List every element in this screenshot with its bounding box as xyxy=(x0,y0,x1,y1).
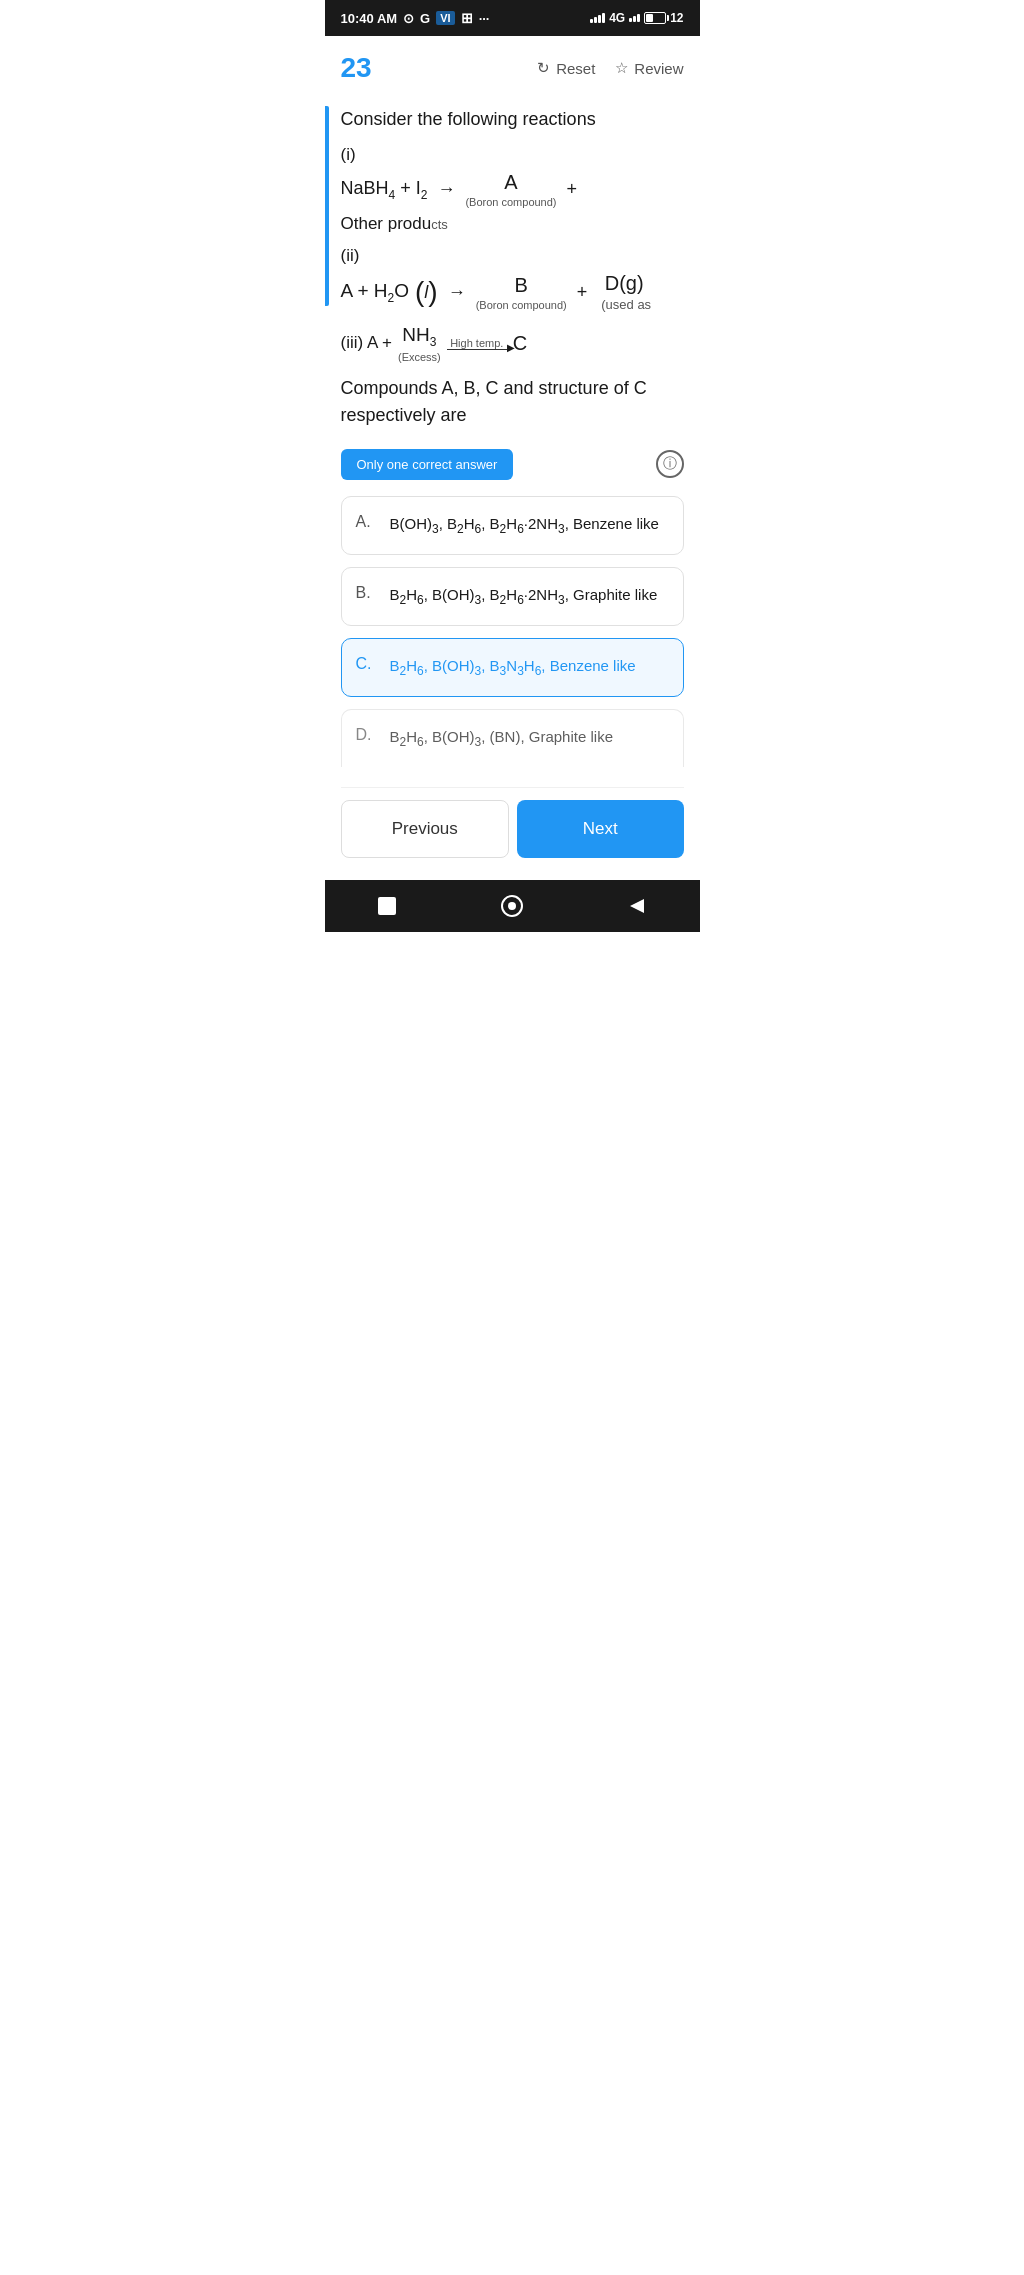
option-a-text: B(OH)3, B2H6, B2H6·2NH3, Benzene like xyxy=(390,513,659,538)
battery-level: 12 xyxy=(670,11,683,25)
arrow-2: → xyxy=(448,282,466,303)
more-icon: ··· xyxy=(479,11,490,26)
signal-bar2-1 xyxy=(629,18,632,22)
svg-point-2 xyxy=(508,902,516,910)
compound-a-label: (Boron compound) xyxy=(465,196,556,208)
signal-bars xyxy=(590,13,605,23)
star-icon: ☆ xyxy=(615,59,628,77)
options-container: A. B(OH)3, B2H6, B2H6·2NH3, Benzene like… xyxy=(341,496,684,783)
compound-a-2: A + H2O xyxy=(341,280,409,305)
signal-bar-3 xyxy=(598,15,601,23)
review-label: Review xyxy=(634,60,683,77)
compound-b-block: B (Boron compound) xyxy=(476,274,567,311)
nav-buttons: Previous Next xyxy=(341,787,684,870)
carrier-g: G xyxy=(420,11,430,26)
option-c-letter: C. xyxy=(356,655,380,673)
next-button[interactable]: Next xyxy=(517,800,684,858)
compound-a: A xyxy=(504,171,517,194)
plus-1: + xyxy=(567,179,578,200)
option-c[interactable]: C. B2H6, B(OH)3, B3N3H6, Benzene like xyxy=(341,638,684,697)
option-a-letter: A. xyxy=(356,513,380,531)
option-a[interactable]: A. B(OH)3, B2H6, B2H6·2NH3, Benzene like xyxy=(341,496,684,555)
reaction-1-line: NaBH4 + I2 → A (Boron compound) + Other … xyxy=(341,171,684,234)
clock-icon: ⊙ xyxy=(403,11,414,26)
compound-d-block: D(g) (used as xyxy=(597,272,651,312)
nh3: NH3 xyxy=(402,324,436,349)
compound-b: B xyxy=(515,274,528,297)
option-d-letter: D. xyxy=(356,726,380,744)
content-area: Consider the following reactions (i) NaB… xyxy=(325,96,700,880)
reaction-block-2: (ii) A + H2O ( l ) → B (Boron compound) … xyxy=(341,246,684,312)
plus-2: + xyxy=(577,282,588,303)
option-c-text: B2H6, B(OH)3, B3N3H6, Benzene like xyxy=(390,655,636,680)
bottom-nav xyxy=(325,880,700,932)
closing-text: Compounds A, B, C and structure of C res… xyxy=(341,375,684,429)
status-right: 4G 12 xyxy=(590,11,683,25)
compound-d: D(g) xyxy=(605,272,644,295)
option-d-text: B2H6, B(OH)3, (BN), Graphite like xyxy=(390,726,613,751)
nh3-block: NH3 (Excess) xyxy=(398,324,441,363)
roman-1: (i) xyxy=(341,145,684,165)
svg-marker-3 xyxy=(630,899,644,913)
signal-bar2-2 xyxy=(633,16,636,22)
roman-3: (iii) A + xyxy=(341,333,393,353)
signal-bar-2 xyxy=(594,17,597,23)
signal-bars-2 xyxy=(629,14,640,22)
vi-icon: VI xyxy=(436,11,454,25)
previous-button[interactable]: Previous xyxy=(341,800,510,858)
option-d[interactable]: D. B2H6, B(OH)3, (BN), Graphite like xyxy=(341,709,684,767)
battery-icon xyxy=(644,12,666,24)
time: 10:40 AM xyxy=(341,11,398,26)
reaction-block-1: (i) NaBH4 + I2 → A (Boron compound) + Ot… xyxy=(341,145,684,234)
compound-d-label: (used as xyxy=(601,297,651,312)
condition-label: High temp. xyxy=(450,337,503,349)
nabh4: NaBH4 + I2 xyxy=(341,178,428,202)
home-circle-icon[interactable] xyxy=(498,892,526,920)
water-bracket: ( l ) xyxy=(415,276,438,308)
badge-row: Only one correct answer ⓘ xyxy=(341,449,684,480)
compound-c: C xyxy=(513,332,527,355)
left-accent xyxy=(325,106,329,306)
back-square-icon[interactable] xyxy=(373,892,401,920)
signal-bar-4 xyxy=(602,13,605,23)
question-number: 23 xyxy=(341,52,372,84)
option-b-text: B2H6, B(OH)3, B2H6·2NH3, Graphite like xyxy=(390,584,658,609)
status-left: 10:40 AM ⊙ G VI ⊞ ··· xyxy=(341,10,490,26)
compound-a-block: A (Boron compound) xyxy=(465,171,556,208)
option-b[interactable]: B. B2H6, B(OH)3, B2H6·2NH3, Graphite lik… xyxy=(341,567,684,626)
high-temp-arrow: High temp. xyxy=(447,337,507,351)
apps-icon: ⊞ xyxy=(461,10,473,26)
reset-label: Reset xyxy=(556,60,595,77)
battery-fill xyxy=(646,14,653,22)
reset-button[interactable]: ↻ Reset xyxy=(537,59,595,77)
reaction-3-line: (iii) A + NH3 (Excess) High temp. C xyxy=(341,324,684,363)
info-icon[interactable]: ⓘ xyxy=(656,450,684,478)
svg-rect-0 xyxy=(378,897,396,915)
signal-bar-1 xyxy=(590,19,593,23)
question-intro: Consider the following reactions xyxy=(341,106,684,133)
arrow-1: → xyxy=(437,179,455,200)
arrow-line xyxy=(447,349,507,351)
header: 23 ↻ Reset ☆ Review xyxy=(325,36,700,96)
review-button[interactable]: ☆ Review xyxy=(615,59,683,77)
compound-b-label: (Boron compound) xyxy=(476,299,567,311)
other-products: Other products xyxy=(341,214,448,234)
header-actions: ↻ Reset ☆ Review xyxy=(537,59,683,77)
signal-bar2-3 xyxy=(637,14,640,22)
back-triangle-icon[interactable] xyxy=(623,892,651,920)
option-b-letter: B. xyxy=(356,584,380,602)
reaction-2-line: A + H2O ( l ) → B (Boron compound) + D(g… xyxy=(341,272,684,312)
status-bar: 10:40 AM ⊙ G VI ⊞ ··· 4G 12 xyxy=(325,0,700,36)
excess-label: (Excess) xyxy=(398,351,441,363)
reaction-block-3: (iii) A + NH3 (Excess) High temp. C xyxy=(341,324,684,363)
reset-icon: ↻ xyxy=(537,59,550,77)
correct-badge: Only one correct answer xyxy=(341,449,514,480)
roman-2: (ii) xyxy=(341,246,684,266)
network-type: 4G xyxy=(609,11,625,25)
